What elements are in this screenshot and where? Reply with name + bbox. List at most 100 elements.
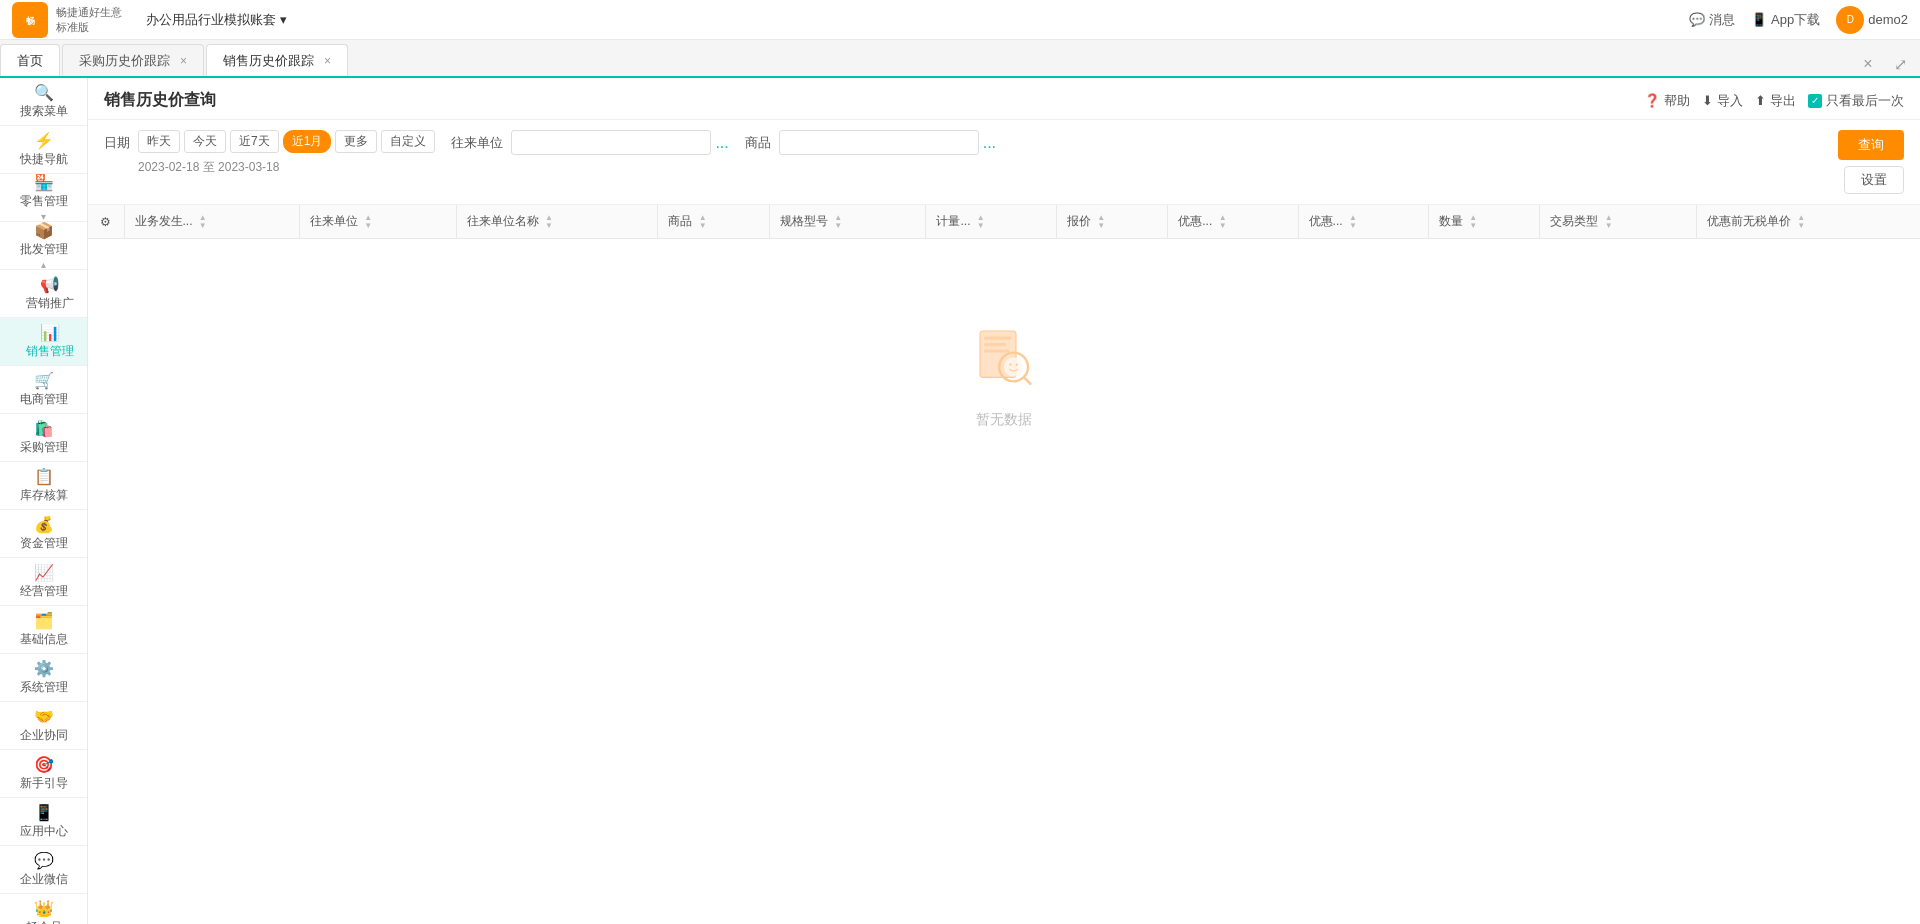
tab-home[interactable]: 首页 (0, 44, 60, 76)
date-btn-more[interactable]: 更多 (335, 130, 377, 153)
message-label: 消息 (1709, 11, 1735, 29)
basicinfo-icon: 🗂️ (34, 611, 54, 630)
counterpart-input[interactable] (511, 130, 711, 155)
tab-home-label: 首页 (17, 52, 43, 70)
sort-icons: ▲▼ (1605, 214, 1613, 230)
wechat-icon: 💬 (34, 851, 54, 870)
th-unit[interactable]: 计量... ▲▼ (926, 205, 1056, 239)
sidebar-item-appcenter[interactable]: 📱 应用中心 (0, 798, 87, 846)
sidebar-item-inventory[interactable]: 📋 库存核算 (0, 462, 87, 510)
topbar-left: 畅 畅捷通好生意 标准版 办公用品行业模拟账套 ▾ (12, 2, 287, 38)
tab-sales-label: 销售历史价跟踪 (223, 52, 314, 70)
settings-button[interactable]: 设置 (1844, 166, 1904, 194)
expand-button[interactable]: ⤢ (1888, 52, 1912, 76)
sidebar-item-search[interactable]: 🔍 搜索菜单 (0, 78, 87, 126)
tabbar: 首页 采购历史价跟踪 × 销售历史价跟踪 × × ⤢ (0, 40, 1920, 78)
import-button[interactable]: ⬇ 导入 (1702, 92, 1743, 110)
tab-sales-close[interactable]: × (324, 54, 331, 68)
counterpart-filter-group: 往来单位 ... (451, 130, 728, 155)
sales-icon: 📊 (40, 323, 60, 342)
query-button[interactable]: 查询 (1838, 130, 1904, 160)
user-profile[interactable]: D demo2 (1836, 6, 1908, 34)
th-trade-type[interactable]: 交易类型 ▲▼ (1540, 205, 1697, 239)
download-icon: 📱 (1751, 12, 1767, 27)
counterpart-picker-button[interactable]: ... (715, 134, 728, 152)
sidebar-item-wechat[interactable]: 💬 企业微信 (0, 846, 87, 894)
only-last-checkbox[interactable] (1808, 94, 1822, 108)
topbar: 畅 畅捷通好生意 标准版 办公用品行业模拟账套 ▾ 💬 消息 📱 App下载 D… (0, 0, 1920, 40)
date-filter-group: 日期 昨天 今天 近7天 近1月 更多 自定义 2023-02-18 至 202… (104, 130, 435, 176)
th-spec[interactable]: 规格型号 ▲▼ (769, 205, 926, 239)
import-icon: ⬇ (1702, 93, 1713, 108)
sidebar-item-enterprise[interactable]: 🤝 企业协同 (0, 702, 87, 750)
guide-icon: 🎯 (34, 755, 54, 774)
sidebar-sales-label: 销售管理 (26, 344, 74, 360)
help-button[interactable]: ❓ 帮助 (1644, 92, 1690, 110)
sidebar-retail-label: 零售管理 (20, 194, 68, 210)
th-biz-date[interactable]: 业务发生... ▲▼ (124, 205, 299, 239)
product-picker-button[interactable]: ... (983, 134, 996, 152)
sort-icons: ▲▼ (199, 214, 207, 230)
sidebar-item-shortcut[interactable]: ⚡ 快捷导航 (0, 126, 87, 174)
sort-icons: ▲▼ (1097, 214, 1105, 230)
sidebar-item-purchase[interactable]: 🛍️ 采购管理 (0, 414, 87, 462)
page-container: 销售历史价查询 ❓ 帮助 ⬇ 导入 ⬆ 导出 (88, 78, 1920, 924)
sidebar-appcenter-label: 应用中心 (20, 824, 68, 840)
ecommerce-icon: 🛒 (34, 371, 54, 390)
sidebar-guide-label: 新手引导 (20, 776, 68, 792)
product-label: 商品 (745, 134, 771, 152)
svg-point-7 (1004, 357, 1023, 376)
page-actions: ❓ 帮助 ⬇ 导入 ⬆ 导出 只看最后一次 (1644, 92, 1904, 110)
account-dropdown[interactable]: 办公用品行业模拟账套 ▾ (146, 11, 287, 29)
sidebar-item-system[interactable]: ⚙️ 系统管理 (0, 654, 87, 702)
sort-icons: ▲▼ (977, 214, 985, 230)
sidebar-member-label: 畅会员 (26, 920, 62, 924)
sidebar-enterprise-label: 企业协同 (20, 728, 68, 744)
tab-sales[interactable]: 销售历史价跟踪 × (206, 44, 348, 76)
sidebar-item-ecommerce[interactable]: 🛒 电商管理 (0, 366, 87, 414)
date-btn-today[interactable]: 今天 (184, 130, 226, 153)
counterpart-label: 往来单位 (451, 134, 503, 152)
sidebar-item-operations[interactable]: 📈 经营管理 (0, 558, 87, 606)
sidebar-item-basicinfo[interactable]: 🗂️ 基础信息 (0, 606, 87, 654)
th-counterpart-name[interactable]: 往来单位名称 ▲▼ (456, 205, 658, 239)
sidebar-item-sales[interactable]: 📊 销售管理 (0, 318, 87, 366)
date-btn-last1m[interactable]: 近1月 (283, 130, 332, 153)
th-counterpart[interactable]: 往来单位 ▲▼ (299, 205, 456, 239)
date-range-display: 2023-02-18 至 2023-03-18 (138, 159, 435, 176)
topbar-right: 💬 消息 📱 App下载 D demo2 (1689, 6, 1908, 34)
sidebar-item-marketing[interactable]: 📢 营销推广 (0, 270, 87, 318)
sidebar-item-wholesale[interactable]: 📦 批发管理 ▴ (0, 222, 87, 270)
message-button[interactable]: 💬 消息 (1689, 11, 1735, 29)
sidebar-item-member[interactable]: 👑 畅会员 (0, 894, 87, 924)
inventory-icon: 📋 (34, 467, 54, 486)
th-pre-tax-price[interactable]: 优惠前无税单价 ▲▼ (1697, 205, 1921, 239)
sidebar-wholesale-label: 批发管理 (20, 242, 68, 258)
date-btn-custom[interactable]: 自定义 (381, 130, 435, 153)
data-table: ⚙ 业务发生... ▲▼ 往来单位 ▲▼ 往来单位名称 (88, 205, 1920, 239)
export-button[interactable]: ⬆ 导出 (1755, 92, 1796, 110)
product-input[interactable] (779, 130, 979, 155)
date-btn-last7[interactable]: 近7天 (230, 130, 279, 153)
close-all-tabs-button[interactable]: × (1856, 52, 1880, 76)
date-btn-yesterday[interactable]: 昨天 (138, 130, 180, 153)
sidebar-item-finance[interactable]: 💰 资金管理 (0, 510, 87, 558)
th-discount2[interactable]: 优惠... ▲▼ (1298, 205, 1428, 239)
filter-bar: 日期 昨天 今天 近7天 近1月 更多 自定义 2023-02-18 至 202… (88, 120, 1920, 205)
svg-rect-5 (984, 349, 1010, 352)
app-download-button[interactable]: 📱 App下载 (1751, 11, 1820, 29)
sidebar-item-guide[interactable]: 🎯 新手引导 (0, 750, 87, 798)
th-discount1[interactable]: 优惠... ▲▼ (1168, 205, 1298, 239)
th-quote[interactable]: 报价 ▲▼ (1056, 205, 1167, 239)
svg-text:畅: 畅 (26, 15, 35, 25)
th-qty[interactable]: 数量 ▲▼ (1428, 205, 1539, 239)
sidebar-system-label: 系统管理 (20, 680, 68, 696)
sidebar-ecommerce-label: 电商管理 (20, 392, 68, 408)
only-last-checkbox-wrapper[interactable]: 只看最后一次 (1808, 92, 1904, 110)
tab-purchase-close[interactable]: × (180, 54, 187, 68)
purchase-icon: 🛍️ (34, 419, 54, 438)
sidebar-item-retail[interactable]: 🏪 零售管理 ▾ (0, 174, 87, 222)
th-gear[interactable]: ⚙ (88, 205, 124, 239)
th-product[interactable]: 商品 ▲▼ (658, 205, 769, 239)
tab-purchase[interactable]: 采购历史价跟踪 × (62, 44, 204, 76)
